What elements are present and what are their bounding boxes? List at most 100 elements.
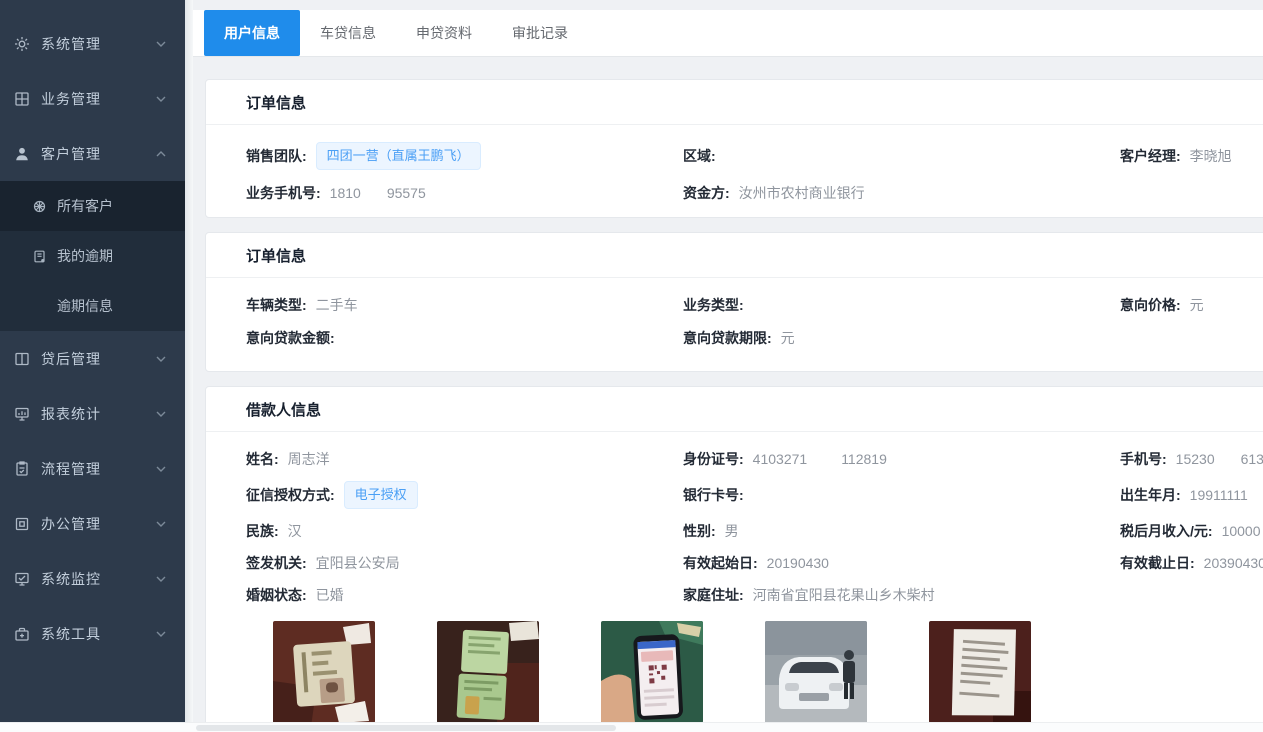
certificate-photo-thumbnail[interactable] [437, 621, 539, 722]
field-value-suffix: 6137 [1241, 449, 1263, 469]
sidebar-item-label: 贷后管理 [41, 349, 155, 369]
field-label: 车辆类型: [246, 295, 307, 315]
tab-loan-application-docs[interactable]: 申贷资料 [396, 10, 492, 56]
sidebar-item-system-monitor[interactable]: 系统监控 [0, 551, 185, 606]
sidebar-item-label: 系统工具 [41, 624, 155, 644]
field-account-manager: 客户经理: 李晓旭 [1120, 142, 1263, 170]
field-value-suffix: 112819 [841, 449, 887, 469]
field-name: 姓名: 周志洋 [246, 449, 683, 469]
notebook-icon [32, 249, 47, 264]
document-photo-thumbnail[interactable] [929, 621, 1031, 722]
sidebar-item-overdue-info[interactable]: 逾期信息 [0, 281, 185, 331]
field-value: 男 [725, 521, 739, 541]
field-label: 销售团队: [246, 146, 307, 166]
field-monthly-income: 税后月收入/元: 10000 [1120, 521, 1263, 541]
card-title: 订单信息 [206, 245, 1263, 278]
field-label: 出生年月: [1120, 485, 1181, 505]
qr-auth-photo-thumbnail[interactable] [601, 621, 703, 722]
chevron-down-icon [155, 465, 167, 473]
sidebar-item-postloan-mgmt[interactable]: 贷后管理 [0, 331, 185, 386]
field-value: 20190430 [767, 553, 829, 573]
chevron-up-icon [155, 150, 167, 158]
customer-icon [13, 145, 31, 163]
redaction-block [807, 453, 841, 465]
field-home-address: 家庭住址: 河南省宜阳县花果山乡木柴村 [683, 585, 1120, 605]
sidebar-item-customer-mgmt[interactable]: 客户管理 [0, 126, 185, 181]
grid-icon [13, 90, 31, 108]
field-funder: 资金方: 汝州市农村商业银行 [683, 183, 1120, 203]
sidebar-item-system-mgmt[interactable]: 系统管理 [0, 16, 185, 71]
order-info-card-1: 订单信息 销售团队: 四团一营（直属王鹏飞） 区域: 客户经理: 李晓旭 业务手… [205, 79, 1263, 218]
field-value: 汝州市农村商业银行 [739, 183, 865, 203]
field-value: 已婚 [316, 585, 344, 605]
card-title: 借款人信息 [206, 399, 1263, 432]
field-label: 手机号: [1120, 449, 1167, 469]
field-label: 税后月收入/元: [1120, 521, 1213, 541]
borrower-info-card: 借款人信息 姓名: 周志洋 身份证号: 4103271 112819 手机号: … [205, 386, 1263, 722]
field-credit-auth-method: 征信授权方式: 电子授权 [246, 481, 683, 509]
field-label: 婚姻状态: [246, 585, 307, 605]
chevron-down-icon [155, 630, 167, 638]
field-label: 有效起始日: [683, 553, 758, 573]
id-card-photo-thumbnail[interactable] [273, 621, 375, 722]
sidebar-item-label: 所有客户 [57, 196, 113, 216]
field-region: 区域: [683, 142, 1120, 170]
field-value: 19911111 [1190, 485, 1248, 505]
sales-team-tag[interactable]: 四团一营（直属王鹏飞） [316, 142, 481, 170]
sidebar-item-my-overdue[interactable]: 我的逾期 [0, 231, 185, 281]
tab-car-loan-info[interactable]: 车贷信息 [300, 10, 396, 56]
field-value: 10000 [1222, 521, 1261, 541]
field-valid-from: 有效起始日: 20190430 [683, 553, 1120, 573]
field-value: 元 [1190, 295, 1204, 315]
credit-auth-tag[interactable]: 电子授权 [344, 481, 418, 509]
chevron-down-icon [155, 520, 167, 528]
field-label: 性别: [683, 521, 716, 541]
report-icon [13, 405, 31, 423]
tab-user-info[interactable]: 用户信息 [204, 10, 300, 56]
field-value: 李晓旭 [1190, 146, 1232, 166]
field-value: 汉 [288, 521, 302, 541]
field-sales-team: 销售团队: 四团一营（直属王鹏飞） [246, 142, 683, 170]
tab-approval-records[interactable]: 审批记录 [492, 10, 588, 56]
field-ethnicity: 民族: 汉 [246, 521, 683, 541]
field-value-prefix: 15230 [1176, 449, 1215, 469]
detail-tabbar: 用户信息 车贷信息 申贷资料 审批记录 [193, 10, 1263, 57]
customer-mgmt-submenu: 所有客户 我的逾期 逾期信息 [0, 181, 185, 331]
field-label: 业务手机号: [246, 183, 321, 203]
field-value-prefix: 4103271 [753, 449, 808, 469]
field-label: 姓名: [246, 449, 279, 469]
order-info-card-2: 订单信息 车辆类型: 二手车 业务类型: 意向价格: 元 意向贷款金额: [205, 232, 1263, 372]
field-value: 宜阳县公安局 [316, 553, 400, 573]
sidebar-item-office-mgmt[interactable]: 办公管理 [0, 496, 185, 551]
field-label: 有效截止日: [1120, 553, 1195, 573]
photo-gallery: 身份证 [273, 621, 1263, 722]
photo-item: 人车照 [765, 621, 867, 722]
sidebar-item-label: 逾期信息 [57, 296, 113, 316]
field-label: 意向贷款金额: [246, 328, 335, 348]
field-intended-price: 意向价格: 元 [1120, 295, 1263, 315]
app-window: { "colors": { "accent_blue": "#1f8ceb", … [0, 0, 1263, 732]
sidebar-item-process-mgmt[interactable]: 流程管理 [0, 441, 185, 496]
field-label: 签发机关: [246, 553, 307, 573]
sidebar-item-system-tools[interactable]: 系统工具 [0, 606, 185, 661]
sidebar-item-all-customers[interactable]: 所有客户 [0, 181, 185, 231]
field-label: 客户经理: [1120, 146, 1181, 166]
horizontal-scrollbar[interactable] [0, 722, 1263, 732]
office-icon [13, 515, 31, 533]
field-value: 周志洋 [288, 449, 330, 469]
field-value: 20390430 [1204, 553, 1263, 573]
field-intended-loan-amount: 意向贷款金额: [246, 328, 683, 348]
sidebar-divider [185, 0, 193, 722]
sidebar-item-business-mgmt[interactable]: 业务管理 [0, 71, 185, 126]
field-id-number: 身份证号: 4103271 112819 [683, 449, 1120, 469]
chevron-down-icon [155, 575, 167, 583]
field-issuing-authority: 签发机关: 宜阳县公安局 [246, 553, 683, 573]
scrollbar-thumb[interactable] [196, 725, 616, 731]
photo-item: 征信授权 [601, 621, 703, 722]
field-vehicle-type: 车辆类型: 二手车 [246, 295, 683, 315]
redaction-block [1215, 453, 1241, 465]
sidebar-item-report-stats[interactable]: 报表统计 [0, 386, 185, 441]
field-label: 身份证号: [683, 449, 744, 469]
person-car-photo-thumbnail[interactable] [765, 621, 867, 722]
photo-item: 身份证 [273, 621, 375, 722]
